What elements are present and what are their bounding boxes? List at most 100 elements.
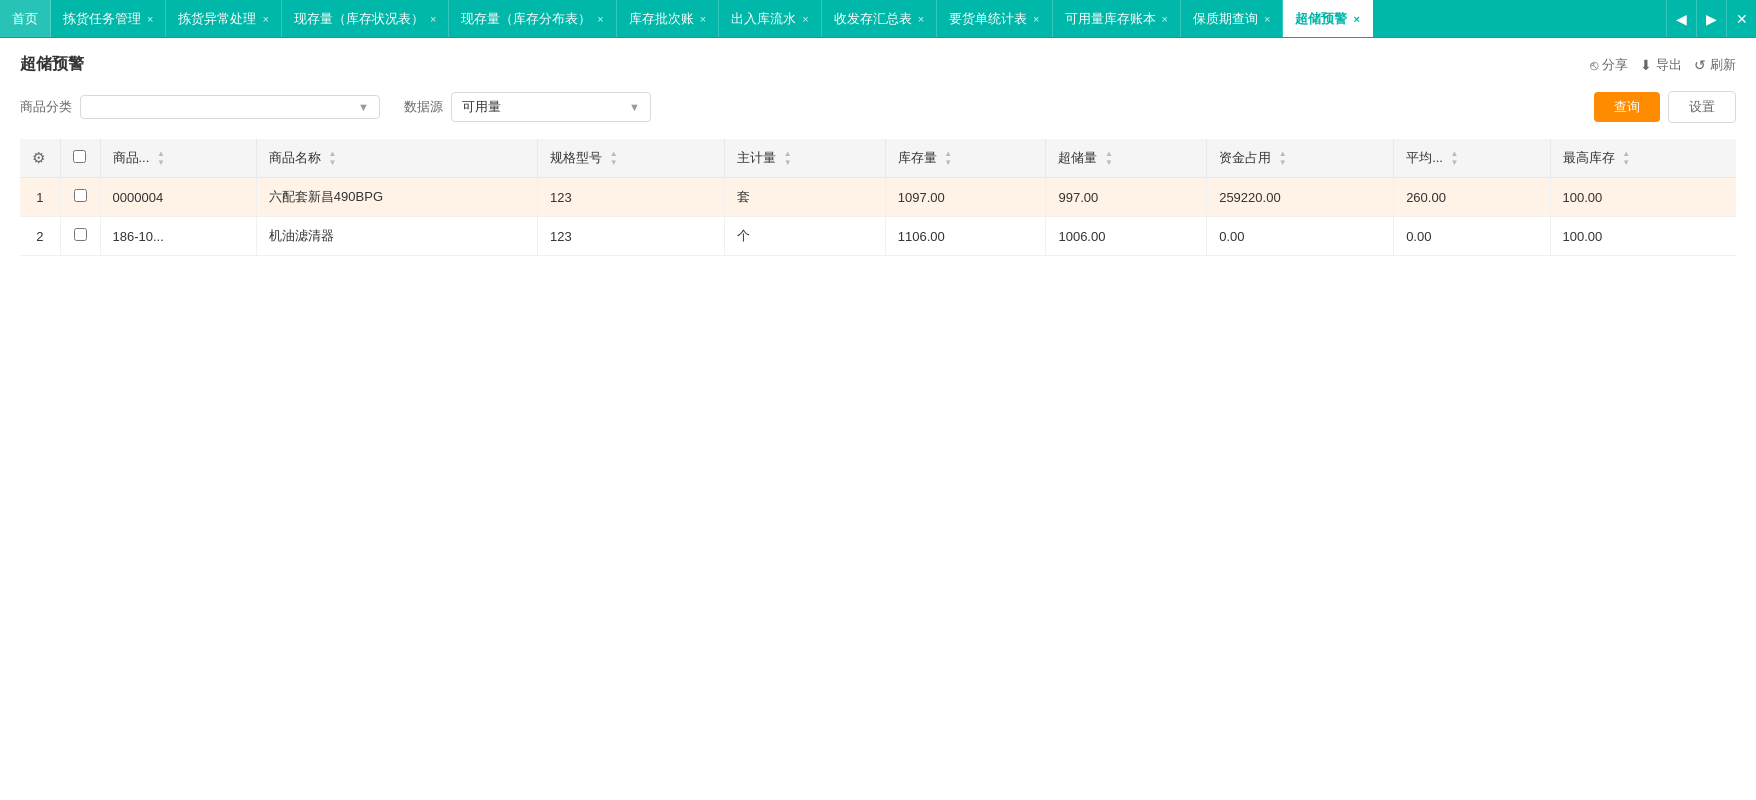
row-checkbox[interactable]: [74, 228, 87, 241]
category-chevron-icon: ▼: [358, 101, 369, 113]
share-icon: ⎋: [1590, 57, 1598, 73]
filter-actions: 查询 设置: [1594, 91, 1736, 123]
nav-prev-icon: ◀: [1676, 11, 1687, 27]
nav-item-quality-check[interactable]: 保质期查询 ×: [1181, 0, 1283, 37]
sort-icon-unit[interactable]: ▲▼: [784, 150, 792, 168]
close-tab-exception-process[interactable]: ×: [262, 13, 268, 25]
close-tab-task-mgmt[interactable]: ×: [147, 13, 153, 25]
row-checkbox-cell: [60, 217, 100, 256]
export-label: 导出: [1656, 56, 1682, 74]
max-stock-cell: 100.00: [1550, 178, 1736, 217]
close-tab-inout-flow[interactable]: ×: [802, 13, 808, 25]
sort-icon-product-name[interactable]: ▲▼: [328, 150, 336, 168]
avg-cell: 260.00: [1394, 178, 1550, 217]
nav-item-exception-process[interactable]: 拣货异常处理 ×: [166, 0, 281, 37]
nav-label-task-mgmt: 拣货任务管理: [63, 10, 141, 28]
th-max-stock: 最高库存 ▲▼: [1550, 139, 1736, 178]
share-button[interactable]: ⎋ 分享: [1590, 56, 1628, 74]
th-avg: 平均... ▲▼: [1394, 139, 1550, 178]
sort-icon-spec[interactable]: ▲▼: [610, 150, 618, 168]
sort-icon-avg[interactable]: ▲▼: [1451, 150, 1459, 168]
nav-label-quality-check: 保质期查询: [1193, 10, 1258, 28]
nav-item-available-account[interactable]: 可用量库存账本 ×: [1053, 0, 1181, 37]
table-body: 10000004六配套新昌490BPG123套1097.00997.002592…: [20, 178, 1736, 256]
product-code: 0000004: [100, 178, 256, 217]
select-all-checkbox[interactable]: [73, 150, 86, 163]
nav-item-collect-summary[interactable]: 收发存汇总表 ×: [822, 0, 937, 37]
row-num-cell: 1: [20, 178, 60, 217]
datasource-label: 数据源: [404, 98, 443, 116]
th-product-name-label: 商品名称: [269, 150, 321, 165]
sort-icon-stock[interactable]: ▲▼: [944, 150, 952, 168]
th-product-name: 商品名称 ▲▼: [256, 139, 537, 178]
th-overstock: 超储量 ▲▼: [1046, 139, 1207, 178]
page-title: 超储预警: [20, 54, 84, 75]
nav-label-available-account: 可用量库存账本: [1065, 10, 1156, 28]
th-spec-label: 规格型号: [550, 150, 602, 165]
th-product-code-label: 商品...: [113, 150, 150, 165]
share-label: 分享: [1602, 56, 1628, 74]
close-tab-inventory-status[interactable]: ×: [430, 13, 436, 25]
nav-item-inout-flow[interactable]: 出入库流水 ×: [719, 0, 821, 37]
row-checkbox[interactable]: [74, 189, 87, 202]
nav-label-exception-process: 拣货异常处理: [178, 10, 256, 28]
nav-label-order-stats: 要货单统计表: [949, 10, 1027, 28]
nav-next-icon: ▶: [1706, 11, 1717, 27]
refresh-label: 刷新: [1710, 56, 1736, 74]
category-select[interactable]: ▼: [80, 95, 380, 119]
close-tab-batch-account[interactable]: ×: [700, 13, 706, 25]
close-tab-available-account[interactable]: ×: [1162, 13, 1168, 25]
close-tab-collect-summary[interactable]: ×: [918, 13, 924, 25]
category-filter-item: 商品分类 ▼: [20, 95, 380, 119]
settings-button[interactable]: 设置: [1668, 91, 1736, 123]
spec-cell: 123: [538, 178, 725, 217]
sort-icon-overstock[interactable]: ▲▼: [1105, 150, 1113, 168]
overstock-cell: 997.00: [1046, 178, 1207, 217]
th-max-stock-label: 最高库存: [1563, 150, 1615, 165]
capital-cell: 0.00: [1207, 217, 1394, 256]
export-button[interactable]: ⬇ 导出: [1640, 56, 1682, 74]
th-stock-label: 库存量: [898, 150, 937, 165]
nav-label-home: 首页: [12, 10, 38, 28]
close-tab-overstock-warning[interactable]: ×: [1353, 13, 1359, 25]
nav-prev-button[interactable]: ◀: [1666, 0, 1696, 38]
th-product-code: 商品... ▲▼: [100, 139, 256, 178]
sort-icon-product-code[interactable]: ▲▼: [157, 150, 165, 168]
close-tab-quality-check[interactable]: ×: [1264, 13, 1270, 25]
spec-cell: 123: [538, 217, 725, 256]
product-code: 186-10...: [100, 217, 256, 256]
table-row: 2186-10...机油滤清器123个1106.001006.000.000.0…: [20, 217, 1736, 256]
data-table: ⚙ 商品... ▲▼ 商品名称 ▲▼ 规格型号 ▲▼ 主计: [20, 139, 1736, 256]
nav-item-inventory-status[interactable]: 现存量（库存状况表） ×: [282, 0, 449, 37]
nav-next-button[interactable]: ▶: [1696, 0, 1726, 38]
sort-icon-max-stock[interactable]: ▲▼: [1622, 150, 1630, 168]
nav-item-task-mgmt[interactable]: 拣货任务管理 ×: [51, 0, 166, 37]
nav-item-inventory-dist[interactable]: 现存量（库存分布表） ×: [449, 0, 616, 37]
avg-cell: 0.00: [1394, 217, 1550, 256]
product-name: 六配套新昌490BPG: [256, 178, 537, 217]
unit-cell: 套: [725, 178, 886, 217]
table-row: 10000004六配套新昌490BPG123套1097.00997.002592…: [20, 178, 1736, 217]
nav-label-overstock-warning: 超储预警: [1295, 10, 1347, 28]
nav-item-overstock-warning[interactable]: 超储预警 ×: [1283, 0, 1372, 37]
max-stock-cell: 100.00: [1550, 217, 1736, 256]
row-num-cell: 2: [20, 217, 60, 256]
table-header-row: ⚙ 商品... ▲▼ 商品名称 ▲▼ 规格型号 ▲▼ 主计: [20, 139, 1736, 178]
close-tab-order-stats[interactable]: ×: [1033, 13, 1039, 25]
datasource-select[interactable]: 可用量 ▼: [451, 92, 651, 122]
nav-close-all-button[interactable]: ✕: [1726, 0, 1756, 38]
nav-item-order-stats[interactable]: 要货单统计表 ×: [937, 0, 1052, 37]
nav-bar: 首页 拣货任务管理 × 拣货异常处理 × 现存量（库存状况表） × 现存量（库存…: [0, 0, 1756, 38]
datasource-filter-item: 数据源 可用量 ▼: [404, 92, 651, 122]
th-avg-label: 平均...: [1406, 150, 1443, 165]
table-gear-icon[interactable]: ⚙: [32, 149, 45, 166]
close-tab-inventory-dist[interactable]: ×: [597, 13, 603, 25]
nav-item-home[interactable]: 首页: [0, 0, 51, 37]
query-button[interactable]: 查询: [1594, 92, 1660, 122]
table-checkbox-header: [60, 139, 100, 178]
sort-icon-capital[interactable]: ▲▼: [1279, 150, 1287, 168]
refresh-button[interactable]: ↺ 刷新: [1694, 56, 1736, 74]
nav-item-batch-account[interactable]: 库存批次账 ×: [617, 0, 719, 37]
capital-cell: 259220.00: [1207, 178, 1394, 217]
th-unit: 主计量 ▲▼: [725, 139, 886, 178]
